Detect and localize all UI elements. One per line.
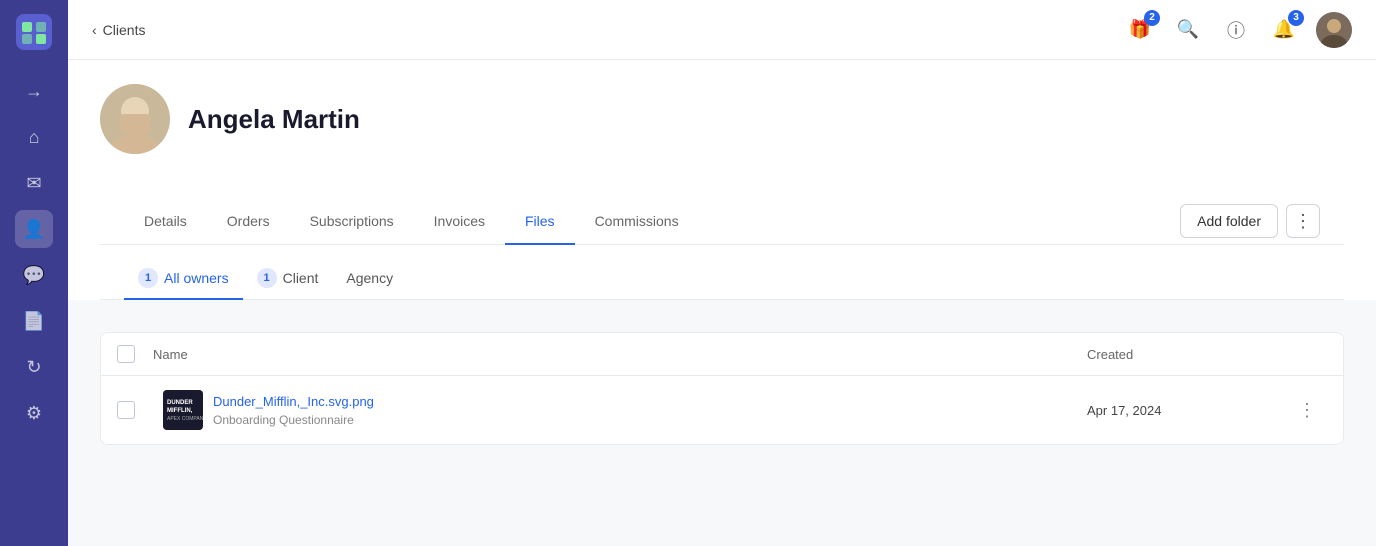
file-info: Dunder_Mifflin,_Inc.svg.png Onboarding Q… [213, 393, 1087, 427]
gift-icon[interactable]: 🎁 2 [1124, 14, 1156, 46]
all-owners-badge: 1 [138, 268, 158, 288]
file-sub-label: Onboarding Questionnaire [213, 413, 1087, 427]
client-avatar [100, 84, 170, 154]
client-label: Client [283, 270, 319, 286]
select-all-checkbox[interactable] [117, 345, 153, 363]
row-more-button[interactable]: ⋮ [1287, 400, 1327, 421]
notifications-badge: 3 [1288, 10, 1304, 26]
tabs-actions: Add folder ⋮ [1180, 204, 1320, 238]
page-content: Angela Martin Details Orders Subscriptio… [68, 60, 1376, 546]
tab-files[interactable]: Files [505, 199, 575, 245]
back-label: Clients [103, 22, 146, 38]
notifications-icon[interactable]: 🔔 3 [1268, 14, 1300, 46]
tab-subscriptions[interactable]: Subscriptions [290, 199, 414, 245]
header: ‹ Clients 🎁 2 🔍 ⓘ 🔔 3 [68, 0, 1376, 60]
client-section: Angela Martin Details Orders Subscriptio… [68, 60, 1376, 300]
checkbox-all[interactable] [117, 345, 135, 363]
col-name-header: Name [153, 347, 1087, 362]
sub-tab-all-owners[interactable]: 1 All owners [124, 258, 243, 300]
sub-tabs: 1 All owners 1 Client Agency [100, 245, 1344, 300]
table-row: DUNDER MIFFLIN, APEX COMPANY Dunder_Miff… [101, 376, 1343, 444]
gift-badge: 2 [1144, 10, 1160, 26]
main-panel: ‹ Clients 🎁 2 🔍 ⓘ 🔔 3 [68, 0, 1376, 546]
agency-label: Agency [346, 270, 393, 286]
svg-text:MIFFLIN,: MIFFLIN, [167, 408, 193, 414]
client-badge: 1 [257, 268, 277, 288]
all-owners-label: All owners [164, 270, 229, 286]
sub-tab-client[interactable]: 1 Client [243, 258, 333, 300]
more-options-button[interactable]: ⋮ [1286, 204, 1320, 238]
home-icon[interactable]: ⌂ [15, 118, 53, 156]
user-avatar[interactable] [1316, 12, 1352, 48]
arrow-right-icon[interactable]: → [15, 72, 53, 110]
row-checkbox[interactable] [117, 401, 135, 419]
settings-icon[interactable]: ⚙ [15, 394, 53, 432]
header-actions: 🎁 2 🔍 ⓘ 🔔 3 [1124, 12, 1352, 48]
docs-icon[interactable]: 📄 [15, 302, 53, 340]
main-body: Name Created DUNDER MIFFLIN, APEX C [68, 300, 1376, 546]
table-header: Name Created [101, 333, 1343, 376]
file-date: Apr 17, 2024 [1087, 403, 1287, 418]
sidebar: → ⌂ ✉ 👤 💬 📄 ↻ ⚙ [0, 0, 68, 546]
col-created-header: Created [1087, 347, 1287, 362]
sync-icon[interactable]: ↻ [15, 348, 53, 386]
inbox-icon[interactable]: ✉ [15, 164, 53, 202]
clients-icon[interactable]: 👤 [15, 210, 53, 248]
search-icon[interactable]: 🔍 [1172, 14, 1204, 46]
file-name[interactable]: Dunder_Mifflin,_Inc.svg.png [213, 394, 374, 409]
svg-text:DUNDER: DUNDER [167, 400, 193, 406]
back-link[interactable]: ‹ Clients [92, 22, 145, 38]
tabs: Details Orders Subscriptions Invoices Fi… [124, 198, 1180, 244]
svg-text:APEX COMPANY: APEX COMPANY [167, 416, 203, 422]
file-thumbnail: DUNDER MIFFLIN, APEX COMPANY [163, 390, 203, 430]
sub-tab-agency[interactable]: Agency [332, 260, 407, 298]
client-name: Angela Martin [188, 104, 360, 135]
row-checkbox-container[interactable] [117, 401, 153, 419]
add-folder-button[interactable]: Add folder [1180, 204, 1278, 238]
tab-orders[interactable]: Orders [207, 199, 290, 245]
logo-icon[interactable] [14, 12, 54, 52]
tabs-bar: Details Orders Subscriptions Invoices Fi… [100, 198, 1344, 245]
client-header: Angela Martin [100, 84, 1344, 174]
chevron-left-icon: ‹ [92, 22, 97, 38]
tab-details[interactable]: Details [124, 199, 207, 245]
help-icon[interactable]: ⓘ [1220, 14, 1252, 46]
chat-icon[interactable]: 💬 [15, 256, 53, 294]
files-section: Name Created DUNDER MIFFLIN, APEX C [100, 332, 1344, 445]
tab-invoices[interactable]: Invoices [414, 199, 505, 245]
tab-commissions[interactable]: Commissions [575, 199, 699, 245]
